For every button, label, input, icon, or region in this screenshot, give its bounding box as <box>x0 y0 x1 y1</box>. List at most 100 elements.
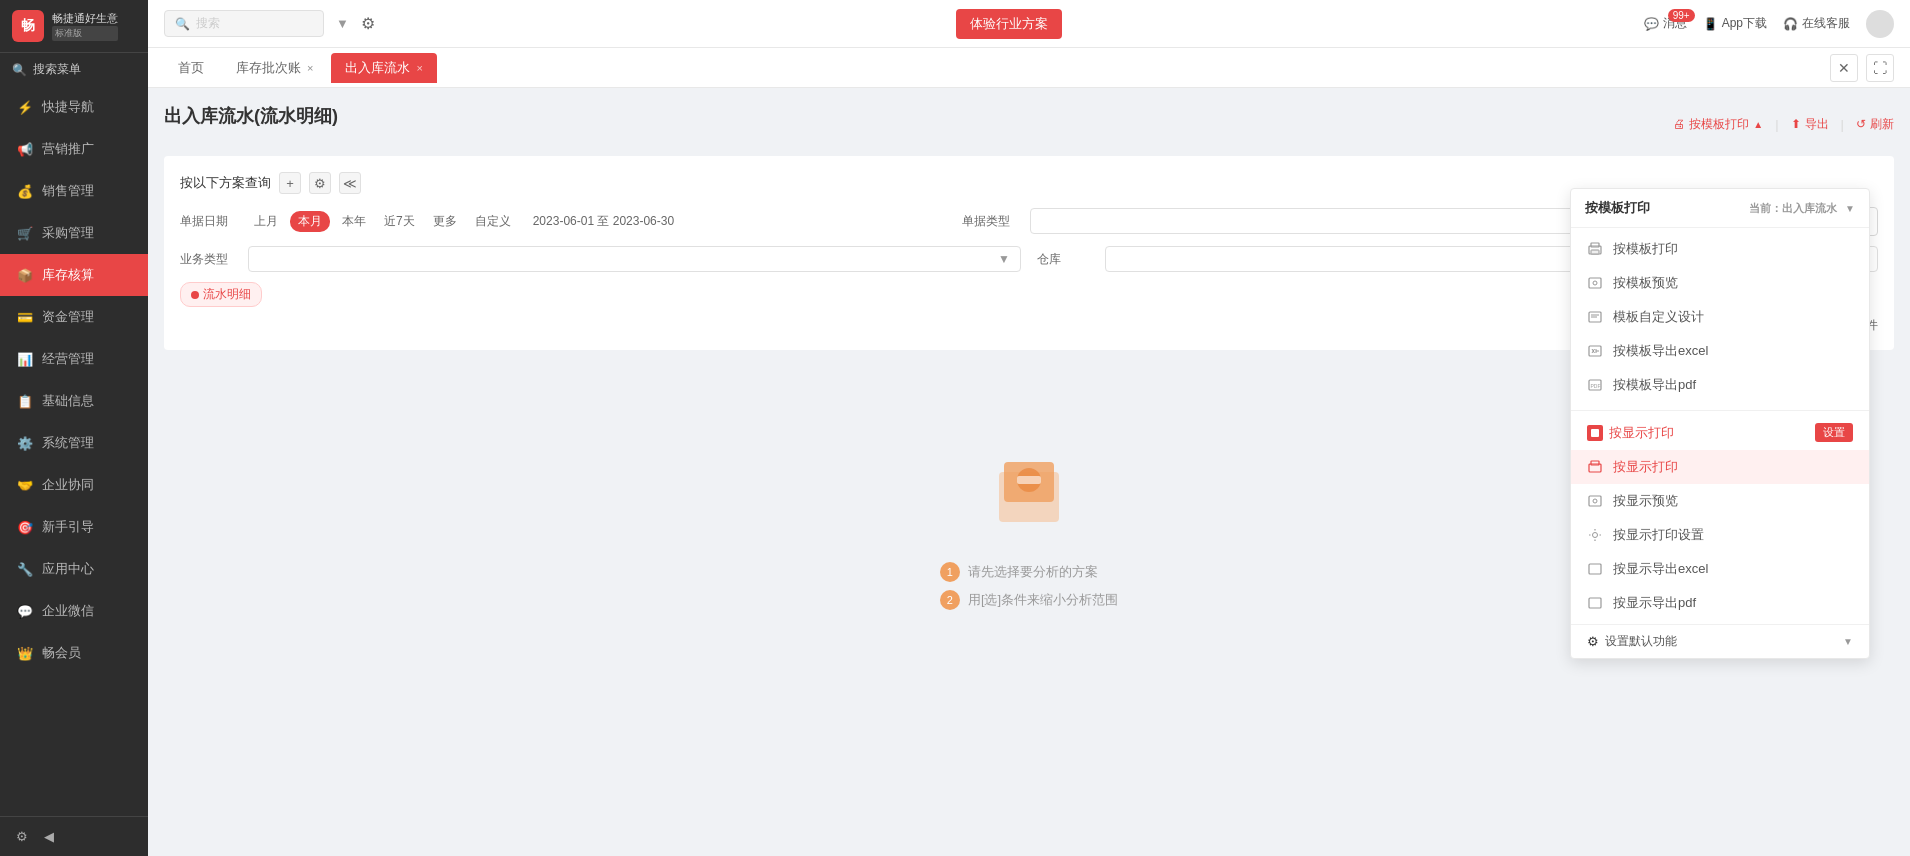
header-gear-icon[interactable]: ⚙ <box>361 14 375 33</box>
sidebar-search-btn[interactable]: 🔍 搜索菜单 <box>12 61 136 78</box>
inventory-icon: 📦 <box>16 266 34 284</box>
tab-flow[interactable]: 出入库流水 × <box>331 53 436 83</box>
tab-flow-close[interactable]: × <box>416 62 422 74</box>
app-download-label: App下载 <box>1722 15 1767 32</box>
sidebar-item-wechat[interactable]: 💬 企业微信 <box>0 590 148 632</box>
empty-tip-2: 2 用[选]条件来缩小分析范围 <box>940 590 1118 610</box>
filter-tag-dot <box>191 291 199 299</box>
date-opt-7days[interactable]: 近7天 <box>378 211 421 232</box>
sidebar-item-marketing[interactable]: 📢 营销推广 <box>0 128 148 170</box>
tab-batch-close[interactable]: × <box>307 62 313 74</box>
date-opt-lastmonth[interactable]: 上月 <box>248 211 284 232</box>
dropdown-item-display-print[interactable]: 按显示打印 <box>1571 450 1869 484</box>
empty-tip-1: 1 请先选择要分析的方案 <box>940 562 1118 582</box>
dropdown-item-template-print[interactable]: 按模板打印 <box>1571 232 1869 266</box>
main-area: 🔍 搜索 ▼ ⚙ 体验行业方案 💬 消息 99+ 📱 App下载 <box>148 0 1910 856</box>
date-options: 上月 本月 本年 近7天 更多 自定义 <box>248 211 517 232</box>
search-header-label: 按以下方案查询 <box>180 174 271 192</box>
dropdown-item-display-preview[interactable]: 按显示预览 <box>1571 484 1869 518</box>
date-range: 2023-06-01 至 2023-06-30 <box>533 213 674 230</box>
search-settings-btn[interactable]: ⚙ <box>309 172 331 194</box>
dropdown-item-display-pdf[interactable]: 按显示导出pdf <box>1571 586 1869 620</box>
print-toolbar-btn[interactable]: 🖨 按模板打印 ▲ <box>1673 116 1763 133</box>
headset-icon: 🎧 <box>1783 17 1798 31</box>
footer-arrow: ▼ <box>1843 636 1853 647</box>
sidebar-item-finance[interactable]: 💳 资金管理 <box>0 296 148 338</box>
online-service-action[interactable]: 🎧 在线客服 <box>1783 15 1850 32</box>
content-wrapper: 出入库流水(流水明细) 🖨 按模板打印 ▲ | ⬆ 导出 | <box>148 88 1910 856</box>
dropdown-divider <box>1571 410 1869 411</box>
search-collapse-btn[interactable]: ≪ <box>339 172 361 194</box>
message-action[interactable]: 💬 消息 99+ <box>1644 15 1687 32</box>
display-pdf-icon <box>1587 595 1603 611</box>
quicknav-icon: ⚡ <box>16 98 34 116</box>
sidebar-item-apps[interactable]: 🔧 应用中心 <box>0 548 148 590</box>
dropdown-panel: 按模板打印 当前：出入库流水 ▼ 按模板打印 <box>1570 188 1870 659</box>
date-opt-custom[interactable]: 自定义 <box>469 211 517 232</box>
dropdown-header-right: 当前：出入库流水 ▼ <box>1749 201 1855 216</box>
sidebar-item-collab[interactable]: 🤝 企业协同 <box>0 464 148 506</box>
user-avatar[interactable] <box>1866 10 1894 38</box>
tab-bar-left: 首页 库存批次账 × 出入库流水 × <box>164 53 437 83</box>
tab-batch[interactable]: 库存批次账 × <box>222 53 327 83</box>
tab-home[interactable]: 首页 <box>164 53 218 83</box>
date-opt-thismonth[interactable]: 本月 <box>290 211 330 232</box>
warehouse-label: 仓库 <box>1037 251 1097 268</box>
excel-icon <box>1587 343 1603 359</box>
sidebar-item-basic[interactable]: 📋 基础信息 <box>0 380 148 422</box>
dropdown-item-template-pdf[interactable]: PDF 按模板导出pdf <box>1571 368 1869 402</box>
apps-icon: 🔧 <box>16 560 34 578</box>
biz-field: 业务类型 ▼ <box>180 246 1021 272</box>
phone-icon: 📱 <box>1703 17 1718 31</box>
refresh-icon: ↺ <box>1856 117 1866 131</box>
tab-close-btn[interactable]: ✕ <box>1830 54 1858 82</box>
sidebar-item-system[interactable]: ⚙️ 系统管理 <box>0 422 148 464</box>
sidebar-item-label: 企业协同 <box>42 476 94 494</box>
sidebar-settings-icon[interactable]: ⚙ <box>16 829 28 844</box>
item-label: 按模板打印 <box>1613 240 1678 258</box>
header-right: 💬 消息 99+ 📱 App下载 🎧 在线客服 <box>1644 10 1894 38</box>
sidebar-item-operation[interactable]: 📊 经营管理 <box>0 338 148 380</box>
biz-select[interactable]: ▼ <box>248 246 1021 272</box>
export-icon: ⬆ <box>1791 117 1801 131</box>
pdf-icon: PDF <box>1587 377 1603 393</box>
svg-point-22 <box>1593 533 1598 538</box>
trial-button[interactable]: 体验行业方案 <box>956 9 1062 39</box>
sidebar-item-member[interactable]: 👑 畅会员 <box>0 632 148 674</box>
header-search-box[interactable]: 🔍 搜索 <box>164 10 324 37</box>
dropdown-item-template-preview[interactable]: 按模板预览 <box>1571 266 1869 300</box>
sidebar-item-quicknav[interactable]: ⚡ 快捷导航 <box>0 86 148 128</box>
dropdown-item-display-settings[interactable]: 按显示打印设置 <box>1571 518 1869 552</box>
footer-content[interactable]: ⚙ 设置默认功能 <box>1587 633 1677 650</box>
sidebar-item-inventory[interactable]: 📦 库存核算 <box>0 254 148 296</box>
header-left: 🔍 搜索 ▼ ⚙ <box>164 10 375 37</box>
tab-expand-btn[interactable]: ⛶ <box>1866 54 1894 82</box>
sidebar-item-sales[interactable]: 💰 销售管理 <box>0 170 148 212</box>
sidebar-search-area[interactable]: 🔍 搜索菜单 <box>0 53 148 86</box>
filter-tag[interactable]: 流水明细 <box>180 282 262 307</box>
sidebar-collapse-icon[interactable]: ◀ <box>44 829 54 844</box>
sidebar-item-label: 库存核算 <box>42 266 94 284</box>
system-icon: ⚙️ <box>16 434 34 452</box>
item-label: 模板自定义设计 <box>1613 308 1704 326</box>
svg-rect-12 <box>1589 346 1601 356</box>
app-download-action[interactable]: 📱 App下载 <box>1703 15 1767 32</box>
sidebar-item-purchase[interactable]: 🛒 采购管理 <box>0 212 148 254</box>
sidebar-item-guide[interactable]: 🎯 新手引导 <box>0 506 148 548</box>
date-opt-more[interactable]: 更多 <box>427 211 463 232</box>
dropdown-item-template-custom[interactable]: 模板自定义设计 <box>1571 300 1869 334</box>
header-dropdown-icon[interactable]: ▼ <box>336 16 349 31</box>
dropdown-item-display-excel[interactable]: 按显示导出excel <box>1571 552 1869 586</box>
date-opt-thisyear[interactable]: 本年 <box>336 211 372 232</box>
display-preview-icon <box>1587 493 1603 509</box>
display-settings-icon <box>1587 527 1603 543</box>
setup-button[interactable]: 设置 <box>1815 423 1853 442</box>
export-toolbar-btn[interactable]: ⬆ 导出 <box>1791 116 1829 133</box>
logo-tag: 标准版 <box>52 26 118 41</box>
refresh-toolbar-btn[interactable]: ↺ 刷新 <box>1856 116 1894 133</box>
filter-tag-label: 流水明细 <box>203 286 251 303</box>
dropdown-item-template-excel[interactable]: 按模板导出excel <box>1571 334 1869 368</box>
member-icon: 👑 <box>16 644 34 662</box>
item-label: 按显示导出excel <box>1613 560 1708 578</box>
search-add-btn[interactable]: + <box>279 172 301 194</box>
